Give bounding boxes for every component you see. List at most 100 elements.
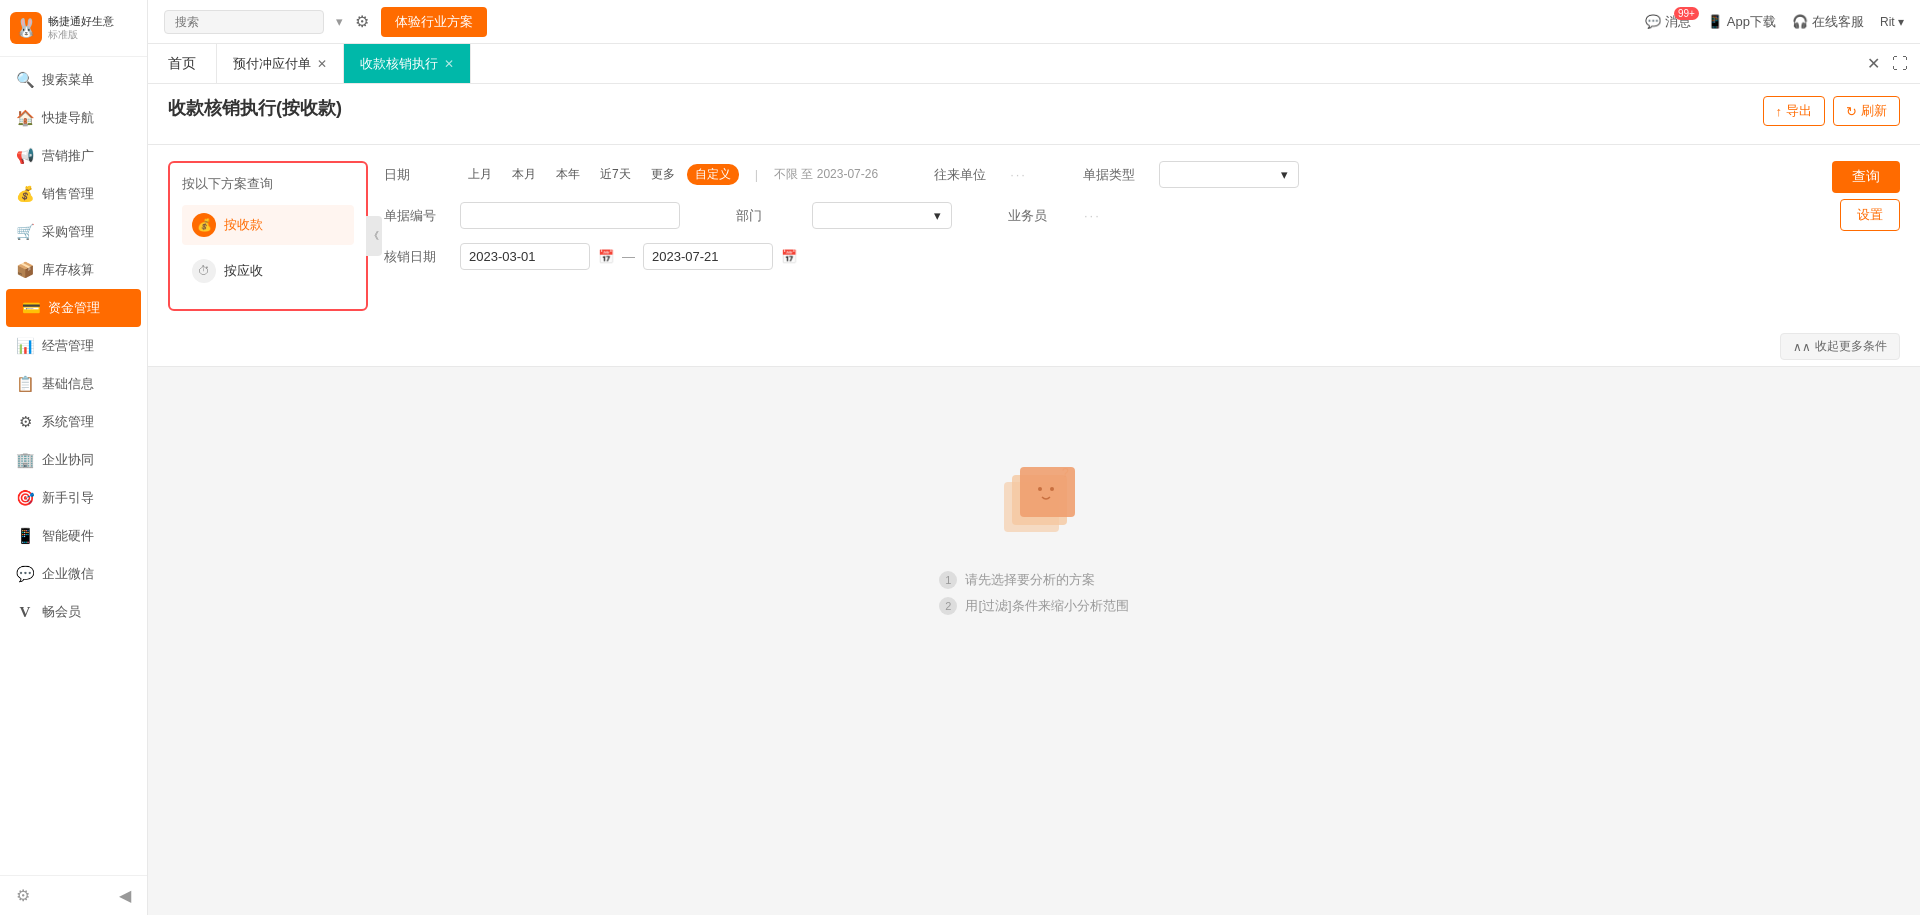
tip-text-2: 用[过滤]条件来缩小分析范围 [965,593,1128,619]
dept-select[interactable]: ▾ [812,202,952,229]
refresh-button[interactable]: ↻ 刷新 [1833,96,1900,126]
doc-type-select[interactable]: ▾ [1159,161,1299,188]
dropdown-arrow-icon[interactable]: ▾ [336,14,343,29]
sidebar-item-sales[interactable]: 💰 销售管理 [0,175,147,213]
svg-text:?: ? [1062,466,1069,480]
offset-end-calendar-icon[interactable]: 📅 [781,249,797,264]
sidebar-item-label: 快捷导航 [42,109,94,127]
topbar-right: 💬 消息 99+ 📱 App下载 🎧 在线客服 Rit ▾ [1645,13,1904,31]
sidebar-item-guide[interactable]: 🎯 新手引导 [0,479,147,517]
message-button[interactable]: 💬 消息 99+ [1645,13,1691,31]
filter-option-by-receivable[interactable]: ⏱ 按应收 [182,251,354,291]
sidebar-item-system[interactable]: ⚙ 系统管理 [0,403,147,441]
offset-start-input[interactable] [460,243,590,270]
date-buttons: 上月 本月 本年 近7天 更多 自定义 [460,164,739,185]
footer-collapse-icon[interactable]: ◀ [119,886,131,905]
expand-tab-button[interactable]: ⛶ [1888,51,1912,77]
chevron-up-icon: ∧∧ [1793,340,1811,354]
receivable-option-label: 按应收 [224,262,263,280]
counterpart-label: 往来单位 [934,166,994,184]
filter-row-1: 日期 上月 本月 本年 近7天 更多 自定义 | 不限 至 2023-07-26 [384,161,1816,188]
offset-end-input[interactable] [643,243,773,270]
sidebar-nav: 🔍 搜索菜单 🏠 快捷导航 📢 营销推广 💰 销售管理 🛒 采购管理 📦 库存核… [0,57,147,875]
topbar: ▾ ⚙ 体验行业方案 💬 消息 99+ 📱 App下载 🎧 在线客服 Rit ▾ [148,0,1920,44]
search-input[interactable] [164,10,324,34]
gear-icon[interactable]: ⚙ [355,12,369,31]
sidebar-item-enterprise[interactable]: 🏢 企业协同 [0,441,147,479]
sidebar-item-basic-info[interactable]: 📋 基础信息 [0,365,147,403]
tab-home[interactable]: 首页 [148,44,217,83]
offset-start-calendar-icon[interactable]: 📅 [598,249,614,264]
sidebar-item-label: 畅会员 [42,603,81,621]
settings-button[interactable]: 设置 [1840,199,1900,231]
dept-arrow: ▾ [934,208,941,223]
tab-receive-offset[interactable]: 收款核销执行 ✕ [344,44,471,83]
tab-prepay-offset[interactable]: 预付冲应付单 ✕ [217,44,344,83]
filter-row-2: 单据编号 部门 ▾ 业务员 ··· [384,202,1816,229]
collapse-more-button[interactable]: ∧∧ 收起更多条件 [1780,333,1900,360]
this-month-btn[interactable]: 本月 [504,164,544,185]
home-icon: 🏠 [16,109,34,127]
sidebar-item-label: 搜索菜单 [42,71,94,89]
page-header: 收款核销执行(按收款) ↑ 导出 ↻ 刷新 [148,84,1920,145]
7days-btn[interactable]: 近7天 [592,164,639,185]
sidebar-item-label: 销售管理 [42,185,94,203]
sidebar-item-label: 经营管理 [42,337,94,355]
sidebar-item-operation[interactable]: 📊 经营管理 [0,327,147,365]
sidebar-item-hardware[interactable]: 📱 智能硬件 [0,517,147,555]
sidebar-item-finance[interactable]: 💳 资金管理 [6,289,141,327]
app-download-button[interactable]: 📱 App下载 [1707,13,1776,31]
staff-dots[interactable]: ··· [1084,208,1101,223]
query-buttons: 查询 设置 [1832,161,1900,231]
app-label: App下载 [1727,13,1776,31]
refresh-icon: ↻ [1846,104,1857,119]
query-button[interactable]: 查询 [1832,161,1900,193]
empty-tip-2: 2 用[过滤]条件来缩小分析范围 [939,593,1128,619]
doc-no-input[interactable] [460,202,680,229]
enterprise-icon: 🏢 [16,451,34,469]
export-button[interactable]: ↑ 导出 [1763,96,1826,126]
more-btn[interactable]: 更多 [643,164,683,185]
sidebar-footer: ⚙ ◀ [0,875,147,915]
sidebar-item-member[interactable]: V 畅会员 [0,593,147,631]
solution-button[interactable]: 体验行业方案 [381,7,487,37]
export-label: 导出 [1786,102,1812,120]
sidebar-item-search[interactable]: 🔍 搜索菜单 [0,61,147,99]
tabbar-actions: ✕ ⛶ [1863,50,1920,77]
collapse-more-label: 收起更多条件 [1815,338,1887,355]
logo-title: 畅捷通好生意 [48,14,114,28]
tab-prepay-label: 预付冲应付单 [233,55,311,73]
custom-btn[interactable]: 自定义 [687,164,739,185]
sidebar-item-inventory[interactable]: 📦 库存核算 [0,251,147,289]
sidebar-item-quick-nav[interactable]: 🏠 快捷导航 [0,99,147,137]
user-menu[interactable]: Rit ▾ [1880,15,1904,29]
logo-subtitle: 标准版 [48,28,114,42]
logo-icon: 🐰 [10,12,42,44]
tab-close-icon[interactable]: ✕ [317,57,327,71]
footer-settings-icon[interactable]: ⚙ [16,886,30,905]
tab-close-active-icon[interactable]: ✕ [444,57,454,71]
logo-area: 🐰 畅捷通好生意 标准版 [0,0,147,57]
sidebar-item-purchase[interactable]: 🛒 采购管理 [0,213,147,251]
sidebar-item-label: 资金管理 [48,299,100,317]
close-tab-button[interactable]: ✕ [1863,50,1884,77]
sales-icon: 💰 [16,185,34,203]
service-label: 在线客服 [1812,13,1864,31]
filter-option-by-receipt[interactable]: 💰 按收款 [182,205,354,245]
this-year-btn[interactable]: 本年 [548,164,588,185]
counterpart-dots[interactable]: ··· [1010,167,1027,182]
tab-receive-label: 收款核销执行 [360,55,438,73]
user-arrow-icon: ▾ [1898,15,1904,29]
sidebar-item-marketing[interactable]: 📢 营销推广 [0,137,147,175]
sidebar-item-label: 智能硬件 [42,527,94,545]
empty-state: ? 1 请先选择要分析的方案 2 用[过滤]条件来缩小分析范围 [148,367,1920,699]
tip-num-1: 1 [939,571,957,589]
prev-month-btn[interactable]: 上月 [460,164,500,185]
online-service-button[interactable]: 🎧 在线客服 [1792,13,1864,31]
offset-date-label: 核销日期 [384,248,444,266]
offset-date-range: 📅 — 📅 [460,243,797,270]
filter-panel-collapse-button[interactable]: 《 [366,216,382,256]
sidebar-item-label: 新手引导 [42,489,94,507]
sidebar-item-wechat[interactable]: 💬 企业微信 [0,555,147,593]
staff-label: 业务员 [1008,207,1068,225]
